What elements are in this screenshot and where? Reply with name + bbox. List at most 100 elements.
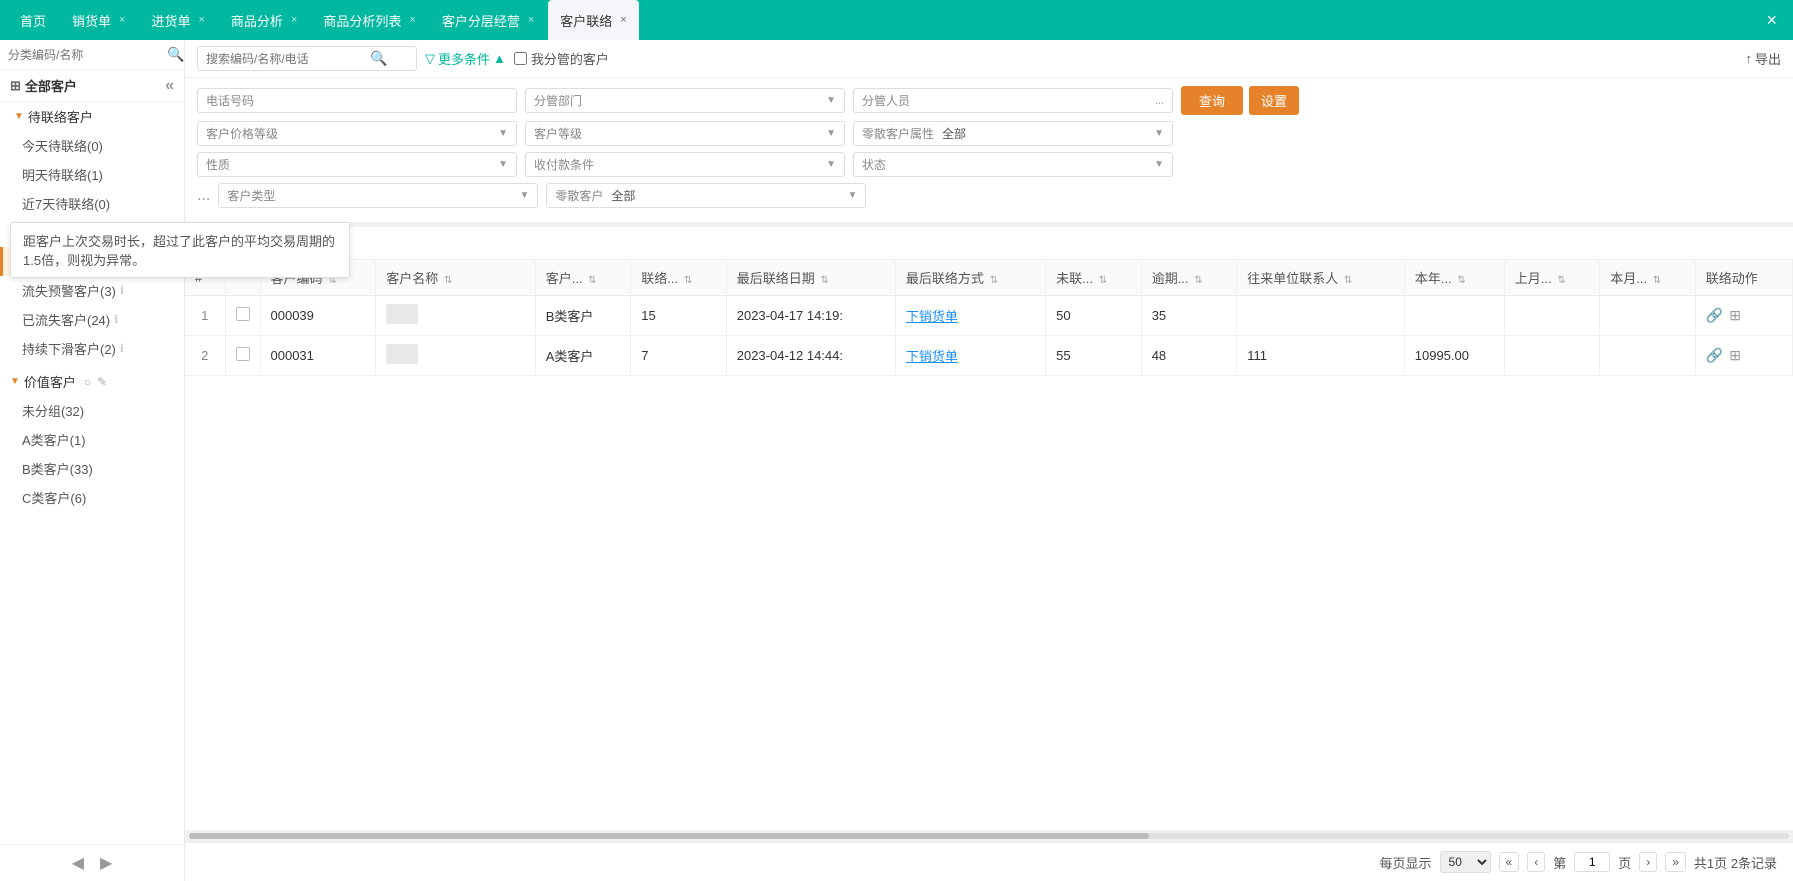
col-name-sort: ⇅ (444, 275, 452, 286)
nav-tab-analysis-list[interactable]: 商品分析列表 × (311, 0, 427, 40)
row1-last-method-link[interactable]: 下销货单 (906, 309, 958, 324)
total-records-label: 共1页 2条记录 (1694, 853, 1777, 872)
sidebar-item-ungroup[interactable]: 未分组(32) (0, 396, 184, 425)
sidebar-pending-label: 待联络客户 (28, 107, 93, 126)
nav-tab-customer-contact[interactable]: 客户联络 × (548, 0, 638, 40)
query-button[interactable]: 查询 (1181, 86, 1243, 115)
sidebar-next-btn[interactable]: ▶ (96, 849, 116, 877)
sidebar-pending-header[interactable]: ▼ 待联络客户 (0, 102, 184, 131)
sidebar-search-input[interactable] (8, 48, 163, 62)
sidebar-search-icon[interactable]: 🔍 (167, 46, 184, 63)
sidebar-item-a-class[interactable]: A类客户(1) (0, 425, 184, 454)
export-label: 导出 (1755, 49, 1781, 68)
sidebar-prev-btn[interactable]: ◀ (68, 849, 88, 877)
col-last-month[interactable]: 上月... ⇅ (1504, 260, 1600, 296)
sidebar-value-edit2-icon[interactable]: ✎ (97, 375, 107, 389)
sidebar-item-declining-label: 持续下滑客户(2) (22, 339, 116, 358)
nav-tab-purchase[interactable]: 进货单 × (139, 0, 216, 40)
nav-tab-home[interactable]: 首页 (8, 0, 58, 40)
col-last-date[interactable]: 最后联络日期 ⇅ (726, 260, 895, 296)
sidebar-item-churn-warning[interactable]: 流失预警客户(3) ℹ (0, 276, 184, 305)
sidebar-item-today[interactable]: 今天待联络(0) (0, 131, 184, 160)
filter-search-input[interactable] (206, 52, 366, 66)
filter-price-tier[interactable]: 客户价格等级 ▼ (197, 121, 517, 146)
row2-grid-icon[interactable]: ⊞ (1729, 347, 1741, 364)
col-last-method[interactable]: 最后联络方式 ⇅ (895, 260, 1045, 296)
page-number-input[interactable] (1574, 852, 1610, 872)
sidebar-item-b-class[interactable]: B类客户(33) (0, 454, 184, 483)
last-page-button[interactable]: » (1665, 852, 1686, 872)
first-page-button[interactable]: « (1499, 852, 1520, 872)
row2-last-date: 2023-04-12 14:44: (726, 336, 895, 376)
filter-phone[interactable]: 电话号码 (197, 88, 517, 113)
settings-button[interactable]: 设置 (1249, 86, 1299, 115)
col-type[interactable]: 客户... ⇅ (535, 260, 631, 296)
prev-page-button[interactable]: ‹ (1527, 852, 1545, 872)
filter-scatter-attr[interactable]: 零散客户属性 全部 ▼ (853, 121, 1173, 146)
sidebar-value-edit-icon[interactable]: ○ (84, 375, 91, 389)
my-customers-checkbox[interactable] (514, 52, 527, 65)
next-page-button[interactable]: › (1639, 852, 1657, 872)
row1-link-icon[interactable]: 🔗 (1706, 307, 1723, 324)
nav-tab-sales[interactable]: 销货单 × (60, 0, 137, 40)
nav-tab-customer-tier[interactable]: 客户分层经营 × (430, 0, 546, 40)
row1-grid-icon[interactable]: ⊞ (1729, 307, 1741, 324)
row2-last-method-link[interactable]: 下销货单 (906, 349, 958, 364)
sidebar-item-churned[interactable]: 已流失客户(24) ℹ (0, 305, 184, 334)
scrollbar-thumb[interactable] (189, 833, 1149, 839)
sidebar-collapse-icon[interactable]: « (165, 77, 174, 95)
col-this-year-label: 本年... (1415, 271, 1452, 286)
filter-ellipsis[interactable]: ... (197, 187, 210, 205)
more-filters-button[interactable]: ▽ 更多条件 ▲ (425, 49, 506, 68)
horizontal-scrollbar[interactable] (185, 830, 1793, 842)
my-customers-checkbox-label[interactable]: 我分管的客户 (514, 49, 609, 68)
top-nav: 首页 销货单 × 进货单 × 商品分析 × 商品分析列表 × 客户分层经营 × … (0, 0, 1793, 40)
sidebar-value-header[interactable]: ▼ 价值客户 ○ ✎ (0, 367, 184, 396)
filter-customer-tier[interactable]: 客户等级 ▼ (525, 121, 845, 146)
filter-dept[interactable]: 分管部门 ▼ (525, 88, 845, 113)
nav-tab-analysis-list-label: 商品分析列表 (323, 11, 401, 30)
row2-link-icon[interactable]: 🔗 (1706, 347, 1723, 364)
row2-checkbox[interactable] (236, 347, 250, 361)
sidebar-all-customers-header[interactable]: ⊞ 全部客户 « (0, 70, 184, 102)
sidebar-item-tomorrow[interactable]: 明天待联络(1) (0, 160, 184, 189)
filter-payment[interactable]: 收付款条件 ▼ (525, 152, 845, 177)
filter-manager[interactable]: 分管人员 ... (853, 88, 1173, 113)
col-contact-count[interactable]: 联络... ⇅ (631, 260, 727, 296)
col-contact2[interactable]: 往来单位联系人 ⇅ (1237, 260, 1405, 296)
nav-tab-analysis[interactable]: 商品分析 × (219, 0, 309, 40)
nav-tab-customer-tier-close[interactable]: × (528, 14, 534, 26)
filter-scatter-attr-arrow: ▼ (1154, 128, 1164, 139)
sidebar-item-declining[interactable]: 持续下滑客户(2) ℹ (0, 334, 184, 363)
sidebar-value-arrow: ▼ (10, 376, 20, 387)
export-button[interactable]: ↑ 导出 (1745, 49, 1781, 68)
sidebar-item-c-class[interactable]: C类客户(6) (0, 483, 184, 512)
col-action: 联络动作 (1695, 260, 1792, 296)
filter-payment-arrow: ▼ (826, 159, 836, 170)
pagination-bar: 每页显示 50 20 100 « ‹ 第 页 › » 共1页 2条记录 (185, 842, 1793, 881)
col-this-month[interactable]: 本月... ⇅ (1600, 260, 1696, 296)
col-this-year[interactable]: 本年... ⇅ (1404, 260, 1504, 296)
nav-tab-purchase-close[interactable]: × (198, 14, 204, 26)
sidebar-item-tomorrow-label: 明天待联络(1) (22, 165, 103, 184)
nav-tab-sales-close[interactable]: × (119, 14, 125, 26)
filter-manager-label: 分管人员 (862, 92, 910, 109)
filter-row-2: 客户价格等级 ▼ 客户等级 ▼ 零散客户属性 全部 ▼ (197, 121, 1781, 146)
sidebar-item-7days[interactable]: 近7天待联络(0) (0, 189, 184, 218)
filter-search-icon[interactable]: 🔍 (370, 50, 387, 67)
per-page-select[interactable]: 50 20 100 (1440, 851, 1491, 873)
nav-tab-customer-contact-close[interactable]: × (620, 14, 626, 26)
col-uncontacted[interactable]: 未联... ⇅ (1046, 260, 1142, 296)
col-overdue[interactable]: 逾期... ⇅ (1141, 260, 1237, 296)
row2-last-month (1504, 336, 1600, 376)
filter-scatter-cust[interactable]: 零散客户 全部 ▼ (546, 183, 866, 208)
row1-checkbox[interactable] (236, 307, 250, 321)
close-all-button[interactable]: × (1758, 10, 1785, 31)
nav-tab-analysis-close[interactable]: × (291, 14, 297, 26)
main-layout: 🔍 ⊞ 全部客户 « ▼ 待联络客户 今天待联络(0) 明天待联络(1) 近7天… (0, 40, 1793, 881)
nav-tab-analysis-list-close[interactable]: × (409, 14, 415, 26)
filter-status[interactable]: 状态 ▼ (853, 152, 1173, 177)
filter-cust-type[interactable]: 客户类型 ▼ (218, 183, 538, 208)
col-name[interactable]: 客户名称 ⇅ (376, 260, 536, 296)
filter-nature[interactable]: 性质 ▼ (197, 152, 517, 177)
